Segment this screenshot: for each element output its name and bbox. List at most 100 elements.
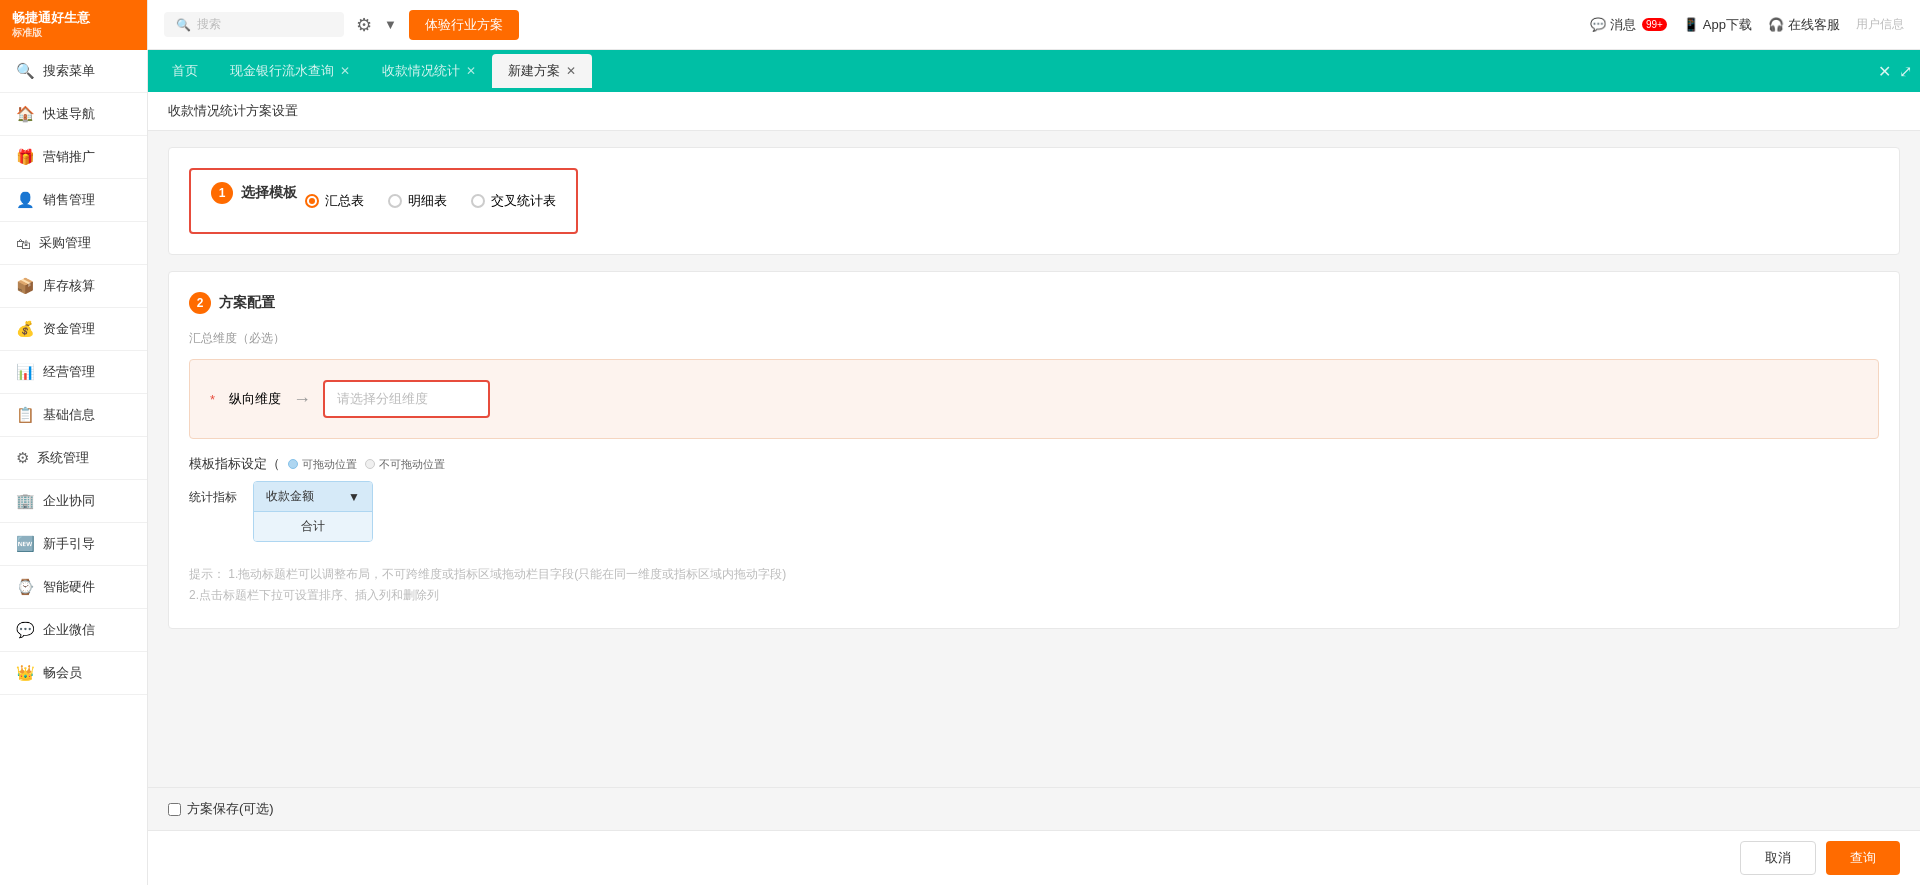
non-draggable-badge: 不可拖动位置 <box>365 457 445 472</box>
sidebar-item-enterprise[interactable]: 🏢 企业协同 <box>0 480 147 523</box>
sidebar-item-finance[interactable]: 💰 资金管理 <box>0 308 147 351</box>
indicator-table-row: 合计 <box>254 511 372 541</box>
topbar: 🔍 搜索 ⚙ ▼ 体验行业方案 💬 消息 99+ 📱 App下载 🎧 在线客服 … <box>148 0 1920 50</box>
sidebar-item-guide[interactable]: 🆕 新手引导 <box>0 523 147 566</box>
sidebar-item-hardware[interactable]: ⌚ 智能硬件 <box>0 566 147 609</box>
sidebar-item-inventory[interactable]: 📦 库存核算 <box>0 265 147 308</box>
tab-receipt-stats-close[interactable]: ✕ <box>466 64 476 78</box>
sidebar-item-label: 营销推广 <box>43 148 95 166</box>
wechat-icon: 💬 <box>16 621 35 639</box>
tab-home-label: 首页 <box>172 62 198 80</box>
message-item[interactable]: 💬 消息 99+ <box>1590 16 1667 34</box>
cancel-button[interactable]: 取消 <box>1740 841 1816 875</box>
sidebar-item-purchase[interactable]: 🛍 采购管理 <box>0 222 147 265</box>
quick-nav-icon: 🏠 <box>16 105 35 123</box>
member-icon: 👑 <box>16 664 35 682</box>
required-marker: * <box>210 392 215 407</box>
indicator-settings: 模板指标设定（ 可拖动位置 不可拖动位置 统计指标 <box>189 455 1879 542</box>
radio-group: 汇总表 明细表 交叉统计表 <box>305 192 556 210</box>
basic-info-icon: 📋 <box>16 406 35 424</box>
dropdown-icon[interactable]: ▼ <box>384 17 397 32</box>
user-info[interactable]: 用户信息 <box>1856 16 1904 33</box>
indicator-table: 收款金额 ▼ 合计 <box>253 481 373 542</box>
radio-summary-circle <box>305 194 319 208</box>
sidebar-item-sales[interactable]: 👤 销售管理 <box>0 179 147 222</box>
indicator-title: 模板指标设定（ <box>189 455 280 473</box>
topbar-search[interactable]: 🔍 搜索 <box>164 12 344 37</box>
operation-icon: 📊 <box>16 363 35 381</box>
tab-receipt-stats[interactable]: 收款情况统计 ✕ <box>366 54 492 88</box>
indicator-column-sub: 合计 <box>301 519 325 533</box>
dimension-placeholder: 请选择分组维度 <box>337 391 428 406</box>
tab-close-all-icon[interactable]: ✕ <box>1878 62 1891 81</box>
sidebar-item-marketing[interactable]: 🎁 营销推广 <box>0 136 147 179</box>
content-header: 收款情况统计方案设置 <box>148 92 1920 131</box>
inventory-icon: 📦 <box>16 277 35 295</box>
draggable-dot <box>288 459 298 469</box>
save-plan-checkbox[interactable] <box>168 803 181 816</box>
sidebar-item-label: 智能硬件 <box>43 578 95 596</box>
message-label: 消息 <box>1610 16 1636 34</box>
system-icon: ⚙ <box>16 449 29 467</box>
sidebar-item-search-menu[interactable]: 🔍 搜索菜单 <box>0 50 147 93</box>
step1-box: 1 选择模板 汇总表 明细表 <box>189 168 578 234</box>
non-draggable-label: 不可拖动位置 <box>379 457 445 472</box>
indicator-table-header[interactable]: 收款金额 ▼ <box>254 482 372 511</box>
sidebar-item-quick-nav[interactable]: 🏠 快速导航 <box>0 93 147 136</box>
radio-detail[interactable]: 明细表 <box>388 192 447 210</box>
finance-icon: 💰 <box>16 320 35 338</box>
radio-summary[interactable]: 汇总表 <box>305 192 364 210</box>
sidebar-item-operation[interactable]: 📊 经营管理 <box>0 351 147 394</box>
dimension-select[interactable]: 请选择分组维度 <box>323 380 490 418</box>
tab-home[interactable]: 首页 <box>156 54 214 88</box>
content-body: 1 选择模板 汇总表 明细表 <box>148 131 1920 787</box>
radio-cross[interactable]: 交叉统计表 <box>471 192 556 210</box>
sidebar-item-label: 新手引导 <box>43 535 95 553</box>
sidebar-item-label: 基础信息 <box>43 406 95 424</box>
sidebar-item-label: 搜索菜单 <box>43 62 95 80</box>
sidebar-item-basic-info[interactable]: 📋 基础信息 <box>0 394 147 437</box>
dimension-title: 汇总维度（必选） <box>189 331 285 345</box>
tabbar: 首页 现金银行流水查询 ✕ 收款情况统计 ✕ 新建方案 ✕ ✕ ⤢ <box>148 50 1920 92</box>
message-icon: 💬 <box>1590 17 1606 32</box>
sidebar-logo: 畅捷通好生意 标准版 <box>0 0 147 50</box>
purchase-icon: 🛍 <box>16 235 31 252</box>
sidebar: 畅捷通好生意 标准版 🔍 搜索菜单 🏠 快速导航 🎁 营销推广 👤 销售管理 🛍… <box>0 0 148 885</box>
content-footer: 方案保存(可选) <box>148 787 1920 830</box>
sidebar-item-system[interactable]: ⚙ 系统管理 <box>0 437 147 480</box>
bottom-action-bar: 取消 查询 <box>148 830 1920 885</box>
step2-section: 2 方案配置 汇总维度（必选） * 纵向维度 → 请选择分组维度 <box>168 271 1900 629</box>
tab-receipt-stats-label: 收款情况统计 <box>382 62 460 80</box>
sidebar-item-label: 库存核算 <box>43 277 95 295</box>
tab-bank-flow[interactable]: 现金银行流水查询 ✕ <box>214 54 366 88</box>
sidebar-item-wechat[interactable]: 💬 企业微信 <box>0 609 147 652</box>
step1-circle: 1 <box>211 182 233 204</box>
save-plan-checkbox-label[interactable]: 方案保存(可选) <box>168 800 274 818</box>
sidebar-item-label: 系统管理 <box>37 449 89 467</box>
indicator-header: 模板指标设定（ 可拖动位置 不可拖动位置 <box>189 455 1879 473</box>
query-button[interactable]: 查询 <box>1826 841 1900 875</box>
draggable-label: 可拖动位置 <box>302 457 357 472</box>
content-area: 收款情况统计方案设置 1 选择模板 汇总表 <box>148 92 1920 885</box>
hardware-icon: ⌚ <box>16 578 35 596</box>
online-service-item[interactable]: 🎧 在线客服 <box>1768 16 1840 34</box>
app-download-item[interactable]: 📱 App下载 <box>1683 16 1752 34</box>
main-area: 🔍 搜索 ⚙ ▼ 体验行业方案 💬 消息 99+ 📱 App下载 🎧 在线客服 … <box>148 0 1920 885</box>
tab-expand-icon[interactable]: ⤢ <box>1899 62 1912 81</box>
topbar-right: 💬 消息 99+ 📱 App下载 🎧 在线客服 用户信息 <box>1590 16 1904 34</box>
tabbar-actions: ✕ ⤢ <box>1878 62 1912 81</box>
sidebar-item-member[interactable]: 👑 畅会员 <box>0 652 147 695</box>
tab-bank-flow-close[interactable]: ✕ <box>340 64 350 78</box>
tab-new-plan-close[interactable]: ✕ <box>566 64 576 78</box>
app-download-label: App下载 <box>1703 16 1752 34</box>
indicator-table-area: 统计指标 收款金额 ▼ 合计 <box>189 481 1879 542</box>
radio-detail-circle <box>388 194 402 208</box>
search-placeholder-text: 搜索 <box>197 16 221 33</box>
industry-plan-button[interactable]: 体验行业方案 <box>409 10 519 40</box>
page-title: 收款情况统计方案设置 <box>168 103 298 118</box>
tab-new-plan[interactable]: 新建方案 ✕ <box>492 54 592 88</box>
tip-1: 提示： 1.拖动标题栏可以调整布局，不可跨维度或指标区域拖动栏目字段(只能在同一… <box>189 566 1879 583</box>
non-draggable-dot <box>365 459 375 469</box>
settings-icon[interactable]: ⚙ <box>356 14 372 36</box>
enterprise-icon: 🏢 <box>16 492 35 510</box>
